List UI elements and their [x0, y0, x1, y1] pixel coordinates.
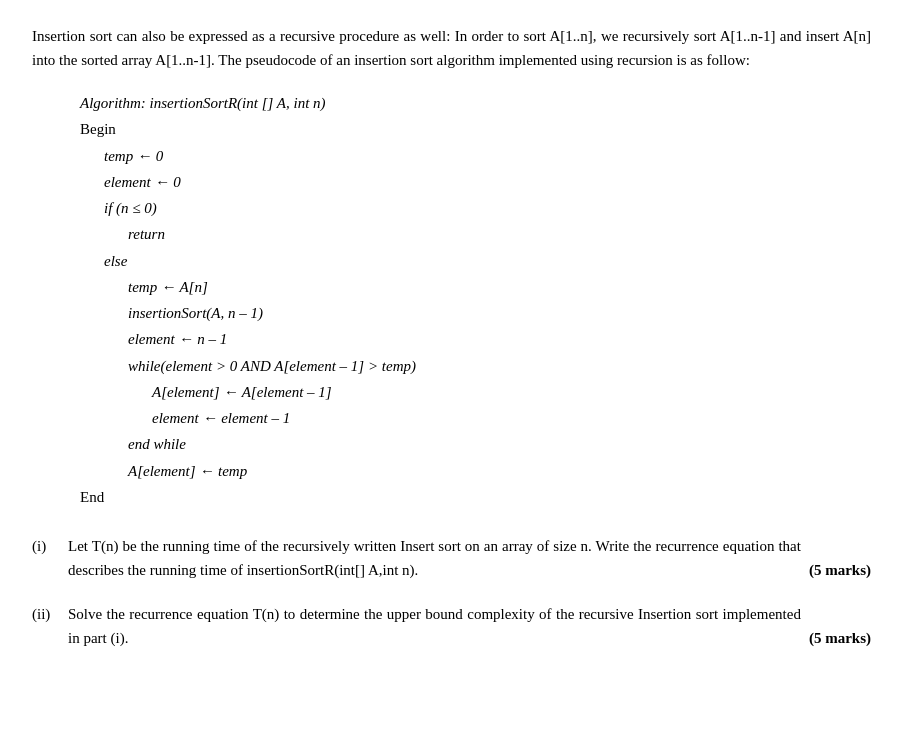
algorithm-line: while(element > 0 AND A[element – 1] > t… — [128, 353, 871, 379]
algorithm-begin: Begin — [80, 116, 871, 142]
algorithm-line: if (n ≤ 0) — [104, 195, 871, 221]
question-content-1: Let T(n) be the running time of the recu… — [68, 534, 871, 582]
questions-block: (i)Let T(n) be the running time of the r… — [32, 534, 871, 650]
algorithm-line: insertionSort(A, n – 1) — [128, 300, 871, 326]
algorithm-end: End — [80, 484, 871, 510]
algorithm-line: return — [128, 221, 871, 247]
algorithm-line: end while — [128, 431, 871, 457]
algorithm-line: element ← 0 — [104, 169, 871, 195]
questions-container: (i)Let T(n) be the running time of the r… — [32, 534, 871, 650]
algorithm-block: Algorithm: insertionSortR(int [] A, int … — [80, 90, 871, 510]
algorithm-line: temp ← 0 — [104, 143, 871, 169]
question-marks-1: (5 marks) — [809, 558, 871, 582]
question-label-2: (ii) — [32, 602, 68, 650]
algorithm-line: else — [104, 248, 871, 274]
algorithm-line: temp ← A[n] — [128, 274, 871, 300]
algorithm-line: element ← n – 1 — [128, 326, 871, 352]
algorithm-line: element ← element – 1 — [152, 405, 871, 431]
algorithm-lines: temp ← 0element ← 0if (n ≤ 0)returnelset… — [80, 143, 871, 484]
question-text-2: Solve the recurrence equation T(n) to de… — [68, 602, 801, 650]
question-item-1: (i)Let T(n) be the running time of the r… — [32, 534, 871, 582]
algorithm-header: Algorithm: insertionSortR(int [] A, int … — [80, 90, 871, 116]
intro-paragraph: Insertion sort can also be expressed as … — [32, 24, 871, 72]
algorithm-line: A[element] ← temp — [128, 458, 871, 484]
question-text-1: Let T(n) be the running time of the recu… — [68, 534, 801, 582]
algorithm-line: A[element] ← A[element – 1] — [152, 379, 871, 405]
question-label-1: (i) — [32, 534, 68, 582]
question-item-2: (ii)Solve the recurrence equation T(n) t… — [32, 602, 871, 650]
question-marks-2: (5 marks) — [809, 626, 871, 650]
question-content-2: Solve the recurrence equation T(n) to de… — [68, 602, 871, 650]
